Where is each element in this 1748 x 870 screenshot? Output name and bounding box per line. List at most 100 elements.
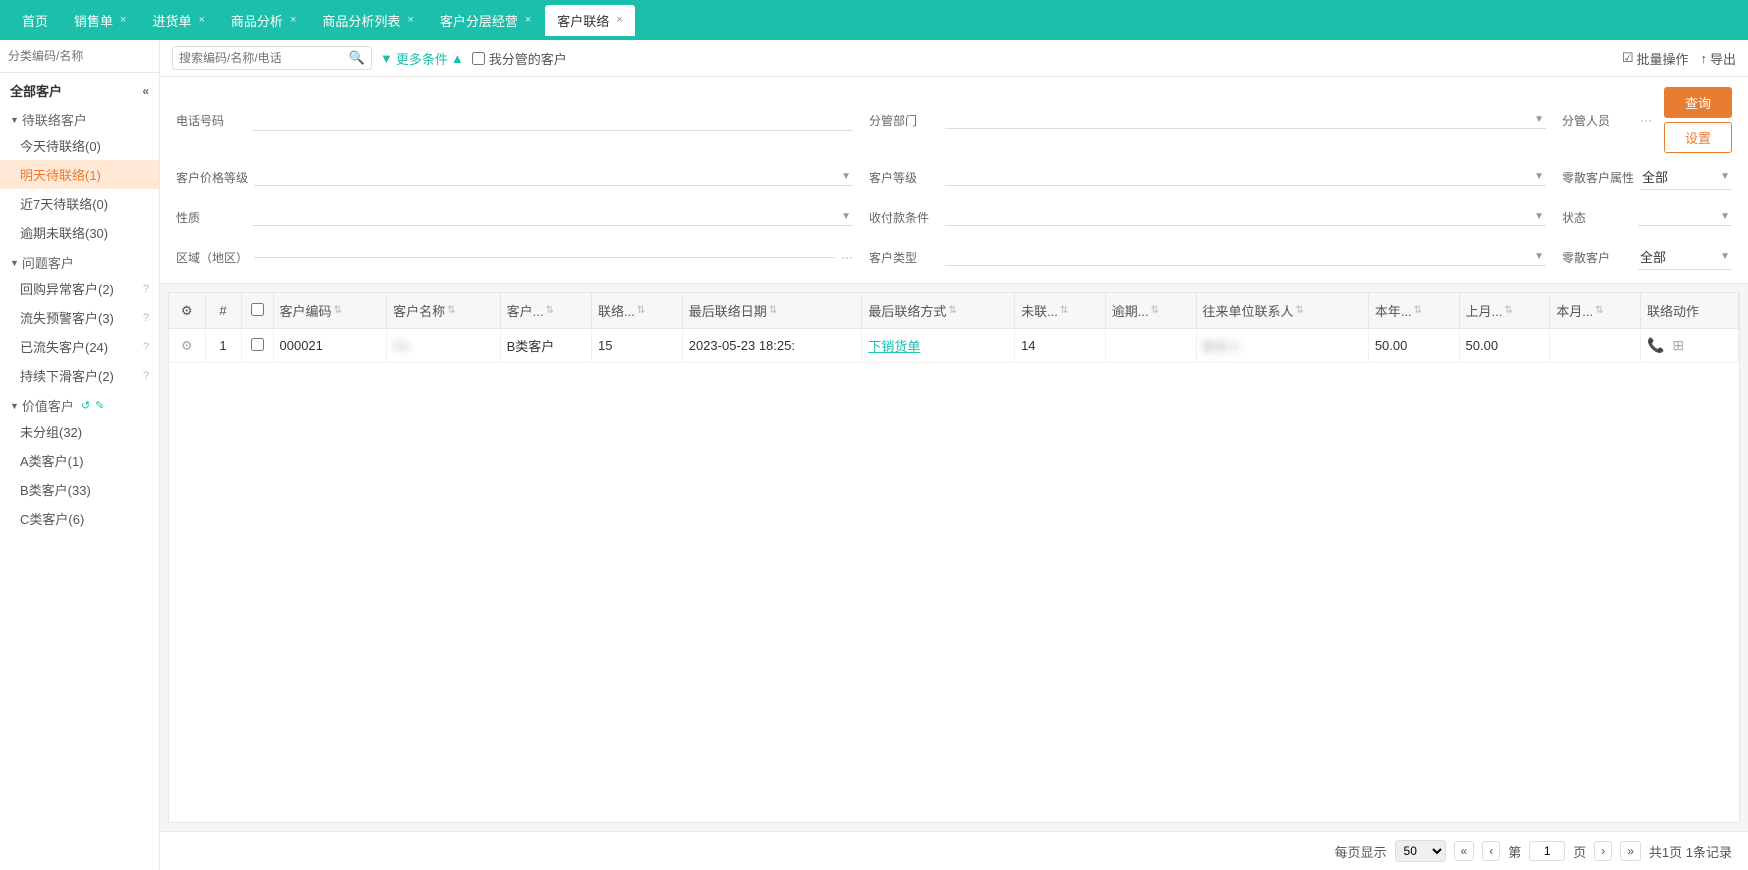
sidebar: 🔍 全部客户 « 待联络客户 今天待联络(0) 明天待联络(1) 近7天待联络(… (0, 40, 160, 870)
toolbar: 🔍 ▼ 更多条件 ▲ 我分管的客户 ☑ 批量操作 ↑ 导出 (160, 40, 1748, 77)
col-settings[interactable]: ⚙ (169, 293, 205, 329)
col-last-month[interactable]: 上月...⇅ (1459, 293, 1550, 329)
nav-analysis-list[interactable]: 商品分析列表 × (310, 5, 425, 36)
col-overdue[interactable]: 逾期...⇅ (1105, 293, 1196, 329)
row-settings[interactable]: ⚙ (169, 329, 205, 363)
sidebar-section-pending[interactable]: 待联络客户 (0, 104, 159, 131)
sidebar-section-problem[interactable]: 问题客户 (0, 247, 159, 274)
page-size-label: 每页显示 (1335, 842, 1387, 861)
set-btn[interactable]: 设置 (1664, 122, 1732, 153)
my-customers-checkbox[interactable] (472, 52, 485, 65)
batch-btn[interactable]: ☑ 批量操作 (1622, 49, 1689, 68)
my-customers-checkbox-label[interactable]: 我分管的客户 (472, 49, 567, 68)
filter-btn[interactable]: ▼ 更多条件 ▲ (380, 49, 464, 68)
filter-retail-attr-select[interactable]: 全部 ▼ (1640, 164, 1732, 190)
col-no-contact[interactable]: 未联...⇅ (1015, 293, 1106, 329)
search-icon[interactable]: 🔍 (349, 50, 365, 66)
col-code[interactable]: 客户编码⇅ (273, 293, 387, 329)
sidebar-item-churned[interactable]: 已流失客户(24) ? (0, 332, 159, 361)
search-box: 🔍 (172, 46, 372, 70)
col-last-date[interactable]: 最后联络日期⇅ (682, 293, 862, 329)
next-page-btn[interactable]: › (1594, 841, 1612, 861)
filter-retail-customer-select[interactable]: 全部 ▼ (1638, 244, 1732, 270)
close-analysis-list-icon[interactable]: × (407, 14, 413, 26)
col-contact-count[interactable]: 联络...⇅ (592, 293, 683, 329)
filter-payment-select[interactable]: ▼ (945, 208, 1546, 226)
filter-phone-input[interactable] (252, 110, 853, 131)
col-check[interactable] (241, 293, 273, 329)
top-nav: 首页 销售单 × 进货单 × 商品分析 × 商品分析列表 × 客户分层经营 × … (0, 0, 1748, 40)
row-check[interactable] (241, 329, 273, 363)
filter-customer-type: 客户类型 ▼ (869, 241, 1546, 273)
search-input[interactable] (179, 51, 345, 65)
filter-status-select[interactable]: ▼ (1638, 208, 1732, 226)
filter-icon: ▼ (380, 51, 393, 66)
close-purchase-icon[interactable]: × (198, 14, 204, 26)
page-input[interactable] (1529, 841, 1565, 861)
col-this-year[interactable]: 本年...⇅ (1368, 293, 1459, 329)
filter-dept-select[interactable]: ▼ (945, 111, 1546, 129)
row-no-contact: 14 (1015, 329, 1106, 363)
nav-purchase[interactable]: 进货单 × (140, 5, 216, 36)
sidebar-item-ungrouped[interactable]: 未分组(32) (0, 417, 159, 446)
sidebar-all-customers[interactable]: 全部客户 « (0, 73, 159, 104)
nav-sales[interactable]: 销售单 × (62, 5, 138, 36)
sidebar-item-overdue[interactable]: 逾期未联络(30) (0, 218, 159, 247)
row-name[interactable]: Ea (387, 329, 501, 363)
sidebar-item-churn-warning[interactable]: 流失预警客户(3) ? (0, 303, 159, 332)
filter-retail-customer: 零散客户 全部 ▼ (1562, 241, 1732, 273)
col-type[interactable]: 客户...⇅ (500, 293, 591, 329)
sidebar-item-repurchase-abnormal[interactable]: 回购异常客户(2) ? (0, 274, 159, 303)
row-last-way[interactable]: 下销货单 (862, 329, 1015, 363)
region-dots[interactable]: ··· (841, 250, 853, 264)
sort-code-icon: ⇅ (334, 305, 342, 316)
nav-analysis[interactable]: 商品分析 × (219, 5, 308, 36)
prev-page-btn[interactable]: ‹ (1482, 841, 1500, 861)
sidebar-item-7days[interactable]: 近7天待联络(0) (0, 189, 159, 218)
sidebar-item-today[interactable]: 今天待联络(0) (0, 131, 159, 160)
sidebar-item-b-class[interactable]: B类客户(33) (0, 475, 159, 504)
page-size-select[interactable]: 50 100 200 (1395, 840, 1446, 862)
action-phone-icon[interactable]: 📞 (1647, 337, 1664, 354)
close-analysis-icon[interactable]: × (290, 14, 296, 26)
nav-customer-contact[interactable]: 客户联络 × (545, 5, 634, 36)
sidebar-section-value[interactable]: 价值客户 ↺ ✎ (0, 390, 159, 417)
help-icon-2: ? (143, 341, 149, 353)
sidebar-item-declining[interactable]: 持续下滑客户(2) ? (0, 361, 159, 390)
action-grid-icon[interactable]: ⊞ (1672, 337, 1684, 354)
last-page-btn[interactable]: » (1620, 841, 1641, 861)
close-customer-contact-icon[interactable]: × (616, 14, 622, 26)
query-btn[interactable]: 查询 (1664, 87, 1732, 118)
filter-customer-type-select[interactable]: ▼ (945, 248, 1546, 266)
sidebar-collapse-icon[interactable]: « (142, 84, 149, 98)
filter-nature-select[interactable]: ▼ (252, 208, 853, 226)
filter-price-grade-select[interactable]: ▼ (254, 168, 853, 186)
first-page-btn[interactable]: « (1454, 841, 1475, 861)
sort-last-month-icon: ⇅ (1504, 305, 1512, 316)
help-icon-3: ? (143, 370, 149, 382)
nav-customer-tier[interactable]: 客户分层经营 × (428, 5, 543, 36)
row-last-month: 50.00 (1459, 329, 1550, 363)
close-sales-icon[interactable]: × (120, 14, 126, 26)
sidebar-item-a-class[interactable]: A类客户(1) (0, 446, 159, 475)
col-last-way[interactable]: 最后联络方式⇅ (862, 293, 1015, 329)
sidebar-item-tomorrow[interactable]: 明天待联络(1) (0, 160, 159, 189)
manager-dots[interactable]: ··· (1640, 113, 1652, 127)
filter-customer-grade-select[interactable]: ▼ (945, 168, 1546, 186)
col-unit-contact[interactable]: 往来单位联系人⇅ (1196, 293, 1368, 329)
filter-retail-attr: 零散客户属性 全部 ▼ (1562, 161, 1732, 193)
edit-icon[interactable]: ✎ (95, 399, 104, 412)
row-checkbox[interactable] (251, 338, 264, 351)
refresh-icon[interactable]: ↺ (81, 399, 90, 412)
sidebar-item-c-class[interactable]: C类客户(6) (0, 504, 159, 533)
nav-home[interactable]: 首页 (10, 5, 60, 36)
col-name[interactable]: 客户名称⇅ (387, 293, 501, 329)
select-all-checkbox[interactable] (251, 303, 264, 316)
row-type: B类客户 (500, 329, 591, 363)
customer-grade-chevron-icon: ▼ (1534, 171, 1544, 182)
col-this-month[interactable]: 本月...⇅ (1550, 293, 1641, 329)
export-btn[interactable]: ↑ 导出 (1700, 49, 1736, 68)
sidebar-search-input[interactable] (8, 49, 160, 63)
sort-date-icon: ⇅ (769, 305, 777, 316)
close-customer-tier-icon[interactable]: × (525, 14, 531, 26)
